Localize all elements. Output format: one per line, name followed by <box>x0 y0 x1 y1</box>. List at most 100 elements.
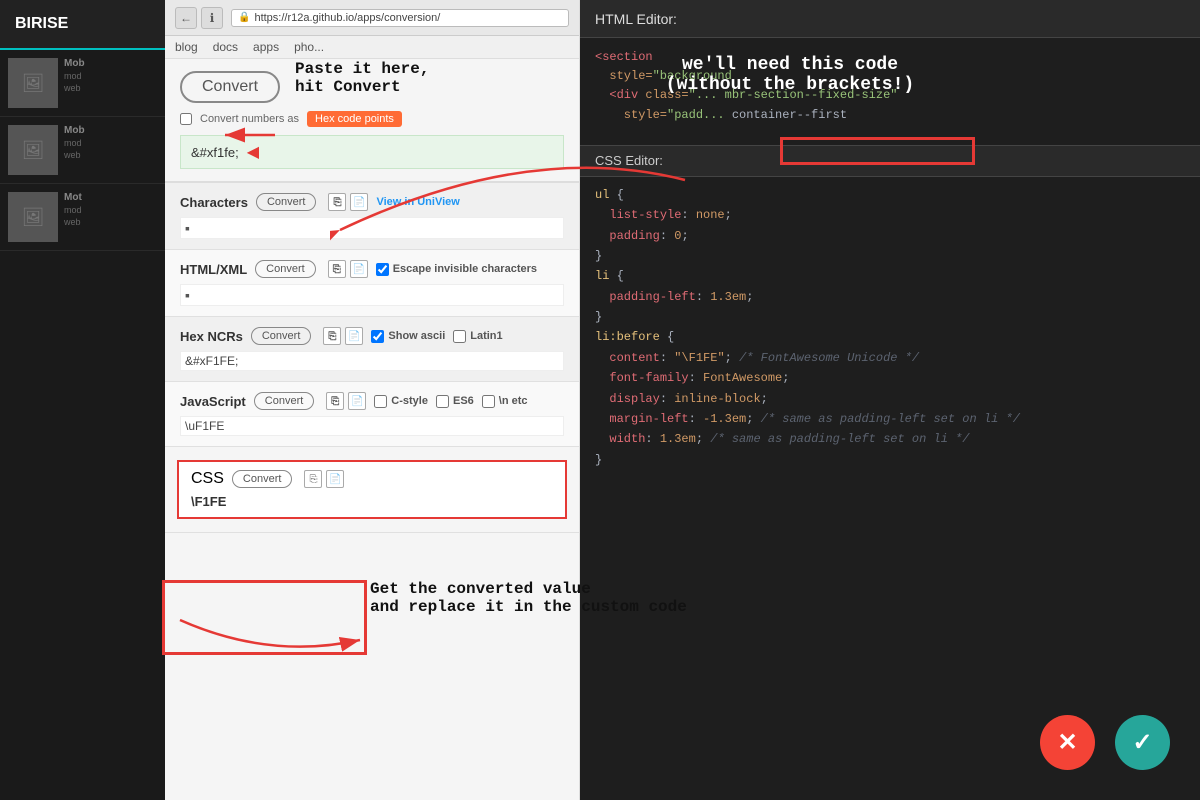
mob-thumbnail: 🖼 <box>8 125 58 175</box>
mob-content: Mot modweb <box>64 192 157 228</box>
html-xml-icon-btns: ⎘ 📄 <box>328 260 368 278</box>
nav-docs[interactable]: docs <box>213 40 238 54</box>
code-prop: font-family <box>609 371 688 385</box>
code-line: "padd... <box>667 108 725 122</box>
result-value: &#xf1fe; <box>191 145 239 160</box>
javascript-value: \uF1FE <box>180 416 564 436</box>
address-bar[interactable]: 🔒 https://r12a.github.io/apps/conversion… <box>231 9 569 27</box>
browser-nav: ← ℹ <box>175 7 223 29</box>
es6-checkbox[interactable] <box>436 395 449 408</box>
n-etc-checkbox[interactable] <box>482 395 495 408</box>
show-ascii-checkbox[interactable] <box>371 330 384 343</box>
characters-convert-btn[interactable]: Convert <box>256 193 317 211</box>
escape-checkbox[interactable] <box>376 263 389 276</box>
show-ascii-label: Show ascii <box>371 330 445 343</box>
latin1-label: Latin1 <box>453 330 502 343</box>
code-prop: width <box>609 432 645 446</box>
convert-options: Convert numbers as Hex code points <box>180 111 564 127</box>
brand-name: BIRISE <box>15 15 68 33</box>
code-brace: { <box>617 188 624 202</box>
characters-section: Characters Convert ⎘ 📄 View in UniView ▪ <box>165 183 579 250</box>
code-line: <section <box>595 50 653 64</box>
css-section-container: CSS Convert ⎘ 📄 \F1FE <box>165 447 579 533</box>
cancel-icon: ✕ <box>1057 728 1077 757</box>
code-selector: li <box>595 269 609 283</box>
file-icon[interactable]: 📄 <box>326 470 344 488</box>
html-xml-label: HTML/XML <box>180 262 247 277</box>
html-xml-title: HTML/XML Convert ⎘ 📄 Escape invisible ch… <box>180 260 564 278</box>
hex-ncrs-convert-btn[interactable]: Convert <box>251 327 312 345</box>
code-brace: { <box>667 330 674 344</box>
code-line: class= <box>645 88 688 102</box>
characters-label: Characters <box>180 195 248 210</box>
code-val: 1.3em <box>710 290 746 304</box>
bottom-buttons: ✕ ✓ <box>1040 715 1170 770</box>
sub-nav: blog docs apps pho... <box>165 36 579 59</box>
css-icon-btns: ⎘ 📄 <box>304 470 344 488</box>
code-val: FontAwesome <box>703 371 782 385</box>
css-editor-header: CSS Editor: <box>580 145 1200 177</box>
code-prop: margin-left <box>609 412 688 426</box>
latin1-checkbox[interactable] <box>453 330 466 343</box>
css-highlight-box: CSS Convert ⎘ 📄 \F1FE <box>177 460 567 519</box>
mob-thumbnail: 🖼 <box>8 58 58 108</box>
javascript-convert-btn[interactable]: Convert <box>254 392 315 410</box>
code-prop: list-style <box>609 208 681 222</box>
confirm-icon: ✓ <box>1132 728 1152 757</box>
html-xml-section: HTML/XML Convert ⎘ 📄 Escape invisible ch… <box>165 250 579 317</box>
code-val: "\F1FE" <box>674 351 724 365</box>
file-icon[interactable]: 📄 <box>350 193 368 211</box>
code-line: <div <box>595 88 638 102</box>
copy-icon[interactable]: ⎘ <box>326 392 344 410</box>
convert-option-label: Convert numbers as <box>200 113 299 125</box>
copy-icon[interactable]: ⎘ <box>328 260 346 278</box>
browser-bar: ← ℹ 🔒 https://r12a.github.io/apps/conver… <box>165 0 579 36</box>
cancel-button[interactable]: ✕ <box>1040 715 1095 770</box>
c-style-checkbox[interactable] <box>374 395 387 408</box>
sidebar-brand: BIRISE <box>0 0 165 50</box>
view-in-uniview-link[interactable]: View in UniView <box>376 196 459 208</box>
confirm-button[interactable]: ✓ <box>1115 715 1170 770</box>
n-etc-label: \n etc <box>482 395 528 408</box>
main-convert-section: Convert Convert numbers as Hex code poin… <box>165 59 579 183</box>
javascript-section: JavaScript Convert ⎘ 📄 C-style ES6 \n et… <box>165 382 579 447</box>
html-xml-convert-btn[interactable]: Convert <box>255 260 316 278</box>
code-prop: padding <box>609 229 659 243</box>
nav-apps[interactable]: apps <box>253 40 279 54</box>
code-val: inline-block <box>674 392 760 406</box>
code-editor-area: HTML Editor: <section style="background … <box>580 0 1200 800</box>
hex-badge[interactable]: Hex code points <box>307 111 402 127</box>
c-style-label: C-style <box>374 395 428 408</box>
converter-panel: ← ℹ 🔒 https://r12a.github.io/apps/conver… <box>165 0 580 800</box>
javascript-label: JavaScript <box>180 394 246 409</box>
list-item: 🖼 Mob modweb <box>0 50 165 117</box>
css-convert-btn[interactable]: Convert <box>232 470 293 488</box>
code-val: 1.3em <box>660 432 696 446</box>
back-button[interactable]: ← <box>175 7 197 29</box>
copy-icon[interactable]: ⎘ <box>328 193 346 211</box>
code-line: style= <box>595 69 653 83</box>
code-val: none <box>696 208 725 222</box>
convert-numbers-checkbox[interactable] <box>180 113 192 125</box>
hex-ncrs-section: Hex NCRs Convert ⎘ 📄 Show ascii Latin1 &… <box>165 317 579 382</box>
file-icon[interactable]: 📄 <box>348 392 366 410</box>
html-editor-header: HTML Editor: <box>580 0 1200 38</box>
arrow-left-indicator: ◀ <box>247 142 259 162</box>
html-xml-value: ▪ <box>180 284 564 306</box>
nav-photos[interactable]: pho... <box>294 40 324 54</box>
mob-content: Mob modweb <box>64 125 157 161</box>
code-line: "background <box>653 69 732 83</box>
latin1-text: Latin1 <box>470 330 502 342</box>
copy-icon[interactable]: ⎘ <box>304 470 322 488</box>
main-convert-button[interactable]: Convert <box>180 71 280 103</box>
file-icon[interactable]: 📄 <box>350 260 368 278</box>
css-code-block: ul { list-style: none; padding: 0; } li … <box>580 177 1200 478</box>
code-selector: ul <box>595 188 609 202</box>
info-button[interactable]: ℹ <box>201 7 223 29</box>
nav-blog[interactable]: blog <box>175 40 198 54</box>
code-val: -1.3em <box>703 412 746 426</box>
file-icon[interactable]: 📄 <box>345 327 363 345</box>
code-prop: padding-left <box>609 290 695 304</box>
copy-icon[interactable]: ⎘ <box>323 327 341 345</box>
mob-thumb-icon: 🖼 <box>22 140 45 161</box>
